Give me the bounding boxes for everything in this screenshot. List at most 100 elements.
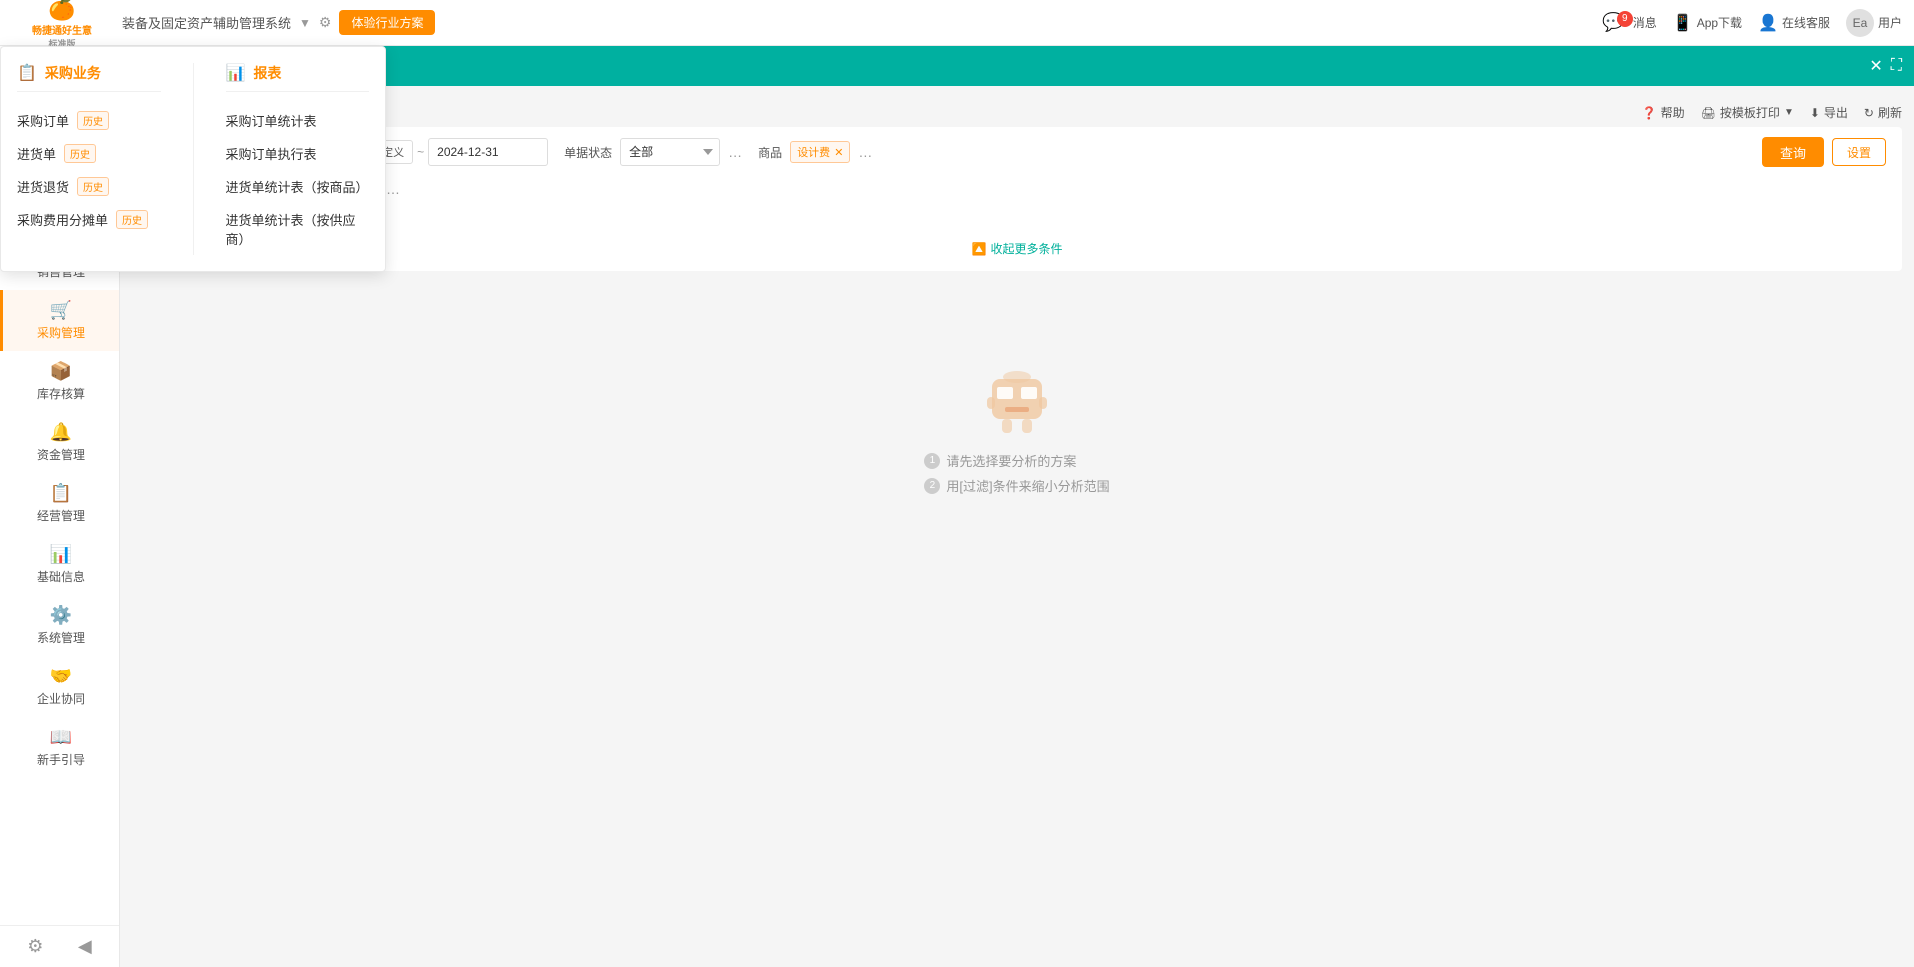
sidebar-item-inventory[interactable]: 📦 库存核算 bbox=[0, 351, 119, 412]
report-purchase-exec-label: 采购订单执行表 bbox=[226, 144, 317, 163]
report-col: 📊 报表 采购订单统计表 采购订单执行表 进货单统计表（按商品） 进货单统计表（… bbox=[226, 63, 370, 255]
help-icon: ❓ bbox=[1642, 106, 1657, 120]
collapse-row[interactable]: 🔼 收起更多条件 bbox=[148, 236, 1886, 261]
empty-num1: 1 bbox=[924, 453, 940, 469]
empty-illustration bbox=[967, 359, 1067, 439]
doc-status-dots[interactable]: … bbox=[728, 144, 742, 160]
sidebar-settings-icon[interactable]: ⚙ bbox=[27, 936, 43, 957]
report-inbound-goods-item[interactable]: 进货单统计表（按商品） bbox=[226, 170, 370, 203]
sidebar-label-guide: 新手引导 bbox=[37, 751, 85, 768]
notification-label: 消息 bbox=[1633, 14, 1657, 31]
mobile-icon: 📱 bbox=[1673, 13, 1693, 33]
goods-tag: 设计费 ✕ bbox=[790, 141, 850, 163]
goods-label: 商品 bbox=[758, 144, 782, 161]
notification-item[interactable]: 💬 9 消息 bbox=[1602, 12, 1656, 33]
purchase-inbound-label: 进货单 bbox=[17, 144, 56, 163]
report-col-icon: 📊 bbox=[226, 63, 246, 83]
print-icon: 🖨 bbox=[1701, 106, 1716, 120]
sidebar-item-operation[interactable]: 📋 经营管理 bbox=[0, 473, 119, 534]
empty-line2: 用[过滤]条件来缩小分析范围 bbox=[946, 476, 1109, 495]
tab-close-all-icon[interactable]: ✕ bbox=[1869, 56, 1882, 76]
tab-bar-right: ✕ ⛶ bbox=[1869, 56, 1914, 76]
operation-icon: 📋 bbox=[50, 483, 72, 504]
service-icon: 👤 bbox=[1758, 13, 1778, 33]
doc-status-select[interactable]: 全部 bbox=[620, 138, 720, 166]
date-end-input[interactable] bbox=[428, 138, 548, 166]
logo-line1: 畅捷通好生意 bbox=[32, 22, 92, 37]
print-template-button[interactable]: 🖨 按模板打印 ▼ bbox=[1701, 104, 1794, 121]
tab-expand-icon[interactable]: ⛶ bbox=[1891, 57, 1902, 75]
industry-btn[interactable]: 体验行业方案 bbox=[339, 10, 435, 35]
inventory-icon: 📦 bbox=[50, 361, 72, 382]
app-download-label: App下载 bbox=[1697, 14, 1742, 31]
purchase-order-history-tag: 历史 bbox=[77, 111, 109, 130]
sidebar-label-purchase: 采购管理 bbox=[37, 324, 85, 341]
content-area: 首页 销售排行榜 ✕ ✕ ⛶ ❓ 帮助 🖨 按模板打印 bbox=[120, 46, 1914, 967]
app-download-item[interactable]: 📱 App下载 bbox=[1673, 13, 1742, 33]
purchase-return-label: 进货退货 bbox=[17, 177, 69, 196]
user-label: 用户 bbox=[1878, 14, 1902, 31]
topbar: 🍊 畅捷通好生意 标准版 装备及固定资产辅助管理系统 ▼ ⚙ 体验行业方案 💬 … bbox=[0, 0, 1914, 46]
purchase-order-item[interactable]: 采购订单 历史 bbox=[17, 104, 161, 137]
report-purchase-exec-item[interactable]: 采购订单执行表 bbox=[226, 137, 370, 170]
report-inbound-supplier-label: 进货单统计表（按供应商） bbox=[226, 210, 370, 248]
settings-icon[interactable]: ⚙ bbox=[319, 14, 332, 31]
sidebar-item-guide[interactable]: 📖 新手引导 bbox=[0, 717, 119, 778]
toolbar: ❓ 帮助 🖨 按模板打印 ▼ ⬇ 导出 ↻ 刷新 bbox=[132, 98, 1902, 127]
online-service-item[interactable]: 👤 在线客服 bbox=[1758, 13, 1830, 33]
sidebar-label-inventory: 库存核算 bbox=[37, 385, 85, 402]
sidebar-item-system[interactable]: ⚙️ 系统管理 bbox=[0, 595, 119, 656]
purchase-return-item[interactable]: 进货退货 历史 bbox=[17, 170, 161, 203]
notification-badge: 9 bbox=[1617, 11, 1633, 27]
goods-tag-remove[interactable]: ✕ bbox=[834, 146, 843, 159]
report-inbound-goods-label: 进货单统计表（按商品） bbox=[226, 177, 369, 196]
filter-doc-status-group: 单据状态 全部 … bbox=[564, 138, 742, 166]
purchase-dropdown-menu: 📋 采购业务 采购订单 历史 进货单 历史 进货退货 历史 采购费用分摊单 历史… bbox=[0, 46, 386, 272]
help-button[interactable]: ❓ 帮助 bbox=[1642, 104, 1685, 121]
sidebar-label-basic-info: 基础信息 bbox=[37, 568, 85, 585]
set-button[interactable]: 设置 bbox=[1832, 138, 1886, 166]
report-purchase-stat-label: 采购订单统计表 bbox=[226, 111, 317, 130]
sidebar-label-finance: 资金管理 bbox=[37, 446, 85, 463]
purchase-inbound-history-tag: 历史 bbox=[64, 144, 96, 163]
purchase-inbound-item[interactable]: 进货单 历史 bbox=[17, 137, 161, 170]
report-purchase-stat-item[interactable]: 采购订单统计表 bbox=[226, 104, 370, 137]
topbar-title-area: 装备及固定资产辅助管理系统 ▼ ⚙ 体验行业方案 bbox=[122, 10, 1602, 35]
purchase-expense-item[interactable]: 采购费用分摊单 历史 bbox=[17, 203, 161, 236]
print-label: 按模板打印 bbox=[1720, 104, 1780, 121]
topbar-right: 💬 9 消息 📱 App下载 👤 在线客服 Ea 用户 bbox=[1602, 9, 1902, 37]
goods-dots[interactable]: … bbox=[858, 144, 872, 160]
guide-icon: 📖 bbox=[50, 727, 72, 748]
empty-text: 1 请先选择要分析的方案 2 用[过滤]条件来缩小分析范围 bbox=[924, 451, 1109, 495]
refresh-icon: ↻ bbox=[1864, 106, 1874, 120]
sidebar-collapse-icon[interactable]: ◀ bbox=[78, 936, 92, 957]
sidebar-item-finance[interactable]: 🔔 资金管理 bbox=[0, 412, 119, 473]
collapse-label: 收起更多条件 bbox=[990, 240, 1062, 257]
filter-row-3: 客户 … bbox=[148, 211, 1886, 228]
report-inbound-supplier-item[interactable]: 进货单统计表（按供应商） bbox=[226, 203, 370, 255]
empty-line1: 请先选择要分析的方案 bbox=[946, 451, 1076, 470]
dropdown-divider bbox=[193, 63, 194, 255]
dropdown-arrow-icon[interactable]: ▼ bbox=[299, 16, 311, 30]
sidebar-bottom: ⚙ ◀ bbox=[0, 925, 119, 967]
page-content: ❓ 帮助 🖨 按模板打印 ▼ ⬇ 导出 ↻ 刷新 bbox=[120, 86, 1914, 967]
salesman-dots[interactable]: … bbox=[386, 181, 400, 197]
sidebar-item-purchase[interactable]: 🛒 采购管理 bbox=[0, 290, 119, 351]
filter-row-1: 日期 今天 昨天 近7天 更多 自定义 ~ 单据状态 bbox=[148, 137, 1886, 167]
refresh-button[interactable]: ↻ 刷新 bbox=[1864, 104, 1902, 121]
empty-state: 1 请先选择要分析的方案 2 用[过滤]条件来缩小分析范围 bbox=[132, 279, 1902, 575]
export-button[interactable]: ⬇ 导出 bbox=[1810, 104, 1848, 121]
purchase-return-history-tag: 历史 bbox=[77, 177, 109, 196]
online-service-label: 在线客服 bbox=[1782, 14, 1830, 31]
sidebar-item-enterprise[interactable]: 🤝 企业协同 bbox=[0, 656, 119, 717]
user-item[interactable]: Ea 用户 bbox=[1846, 9, 1902, 37]
sidebar-item-basic-info[interactable]: 📊 基础信息 bbox=[0, 534, 119, 595]
query-button[interactable]: 查询 bbox=[1762, 137, 1824, 167]
collapse-up-icon: 🔼 bbox=[972, 242, 987, 256]
empty-num2: 2 bbox=[924, 478, 940, 494]
filter-goods-group: 商品 设计费 ✕ … bbox=[758, 141, 872, 163]
report-col-title: 📊 报表 bbox=[226, 63, 370, 92]
filter-row-2: 排名项目 金额 … 业务员 … bbox=[148, 175, 1886, 203]
purchase-order-label: 采购订单 bbox=[17, 111, 69, 130]
enterprise-icon: 🤝 bbox=[50, 666, 72, 687]
